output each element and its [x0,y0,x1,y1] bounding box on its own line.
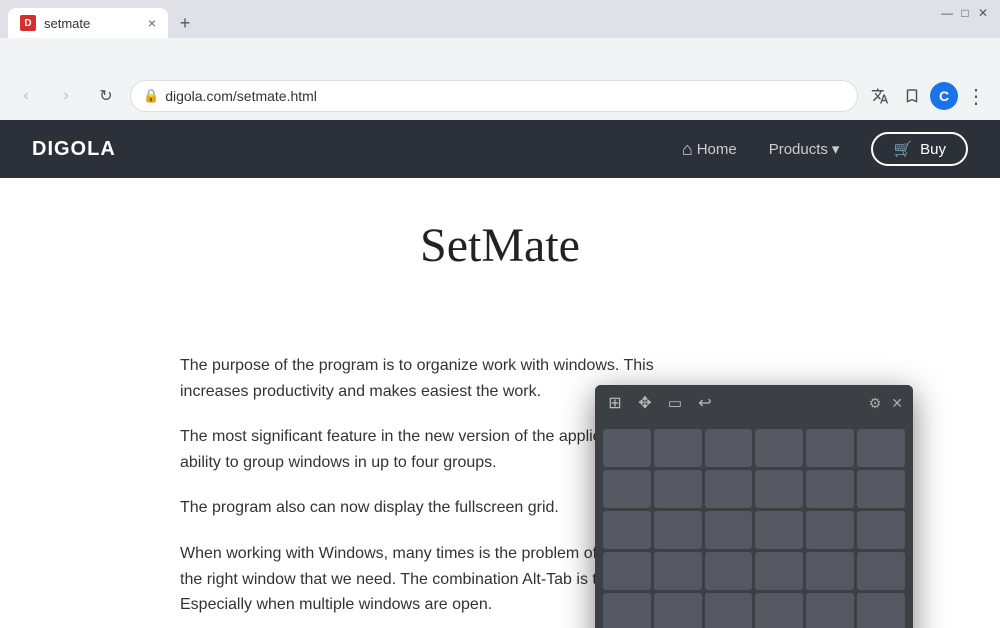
grid-cell[interactable] [755,511,803,549]
grid-cell[interactable] [806,552,854,590]
site-nav: DIGOLA ⌂ Home Products ▾ 🛒 Buy [0,120,1000,178]
grid-cell[interactable] [755,593,803,628]
grid-cell[interactable] [654,552,702,590]
tab-favicon: D [20,15,36,31]
site-logo: DIGOLA [32,138,116,161]
grid-cell[interactable] [603,429,651,467]
grid-cell[interactable] [806,511,854,549]
tab-title: setmate [44,16,90,31]
grid-cell[interactable] [857,511,905,549]
grid-cell[interactable] [603,511,651,549]
lock-icon: 🔒 [143,88,159,104]
nav-home-label: Home [697,141,737,158]
nav-products-arrow: ▾ [832,140,840,158]
popup-grid [595,421,913,628]
grid-cell[interactable] [654,511,702,549]
setmate-popup: ⊞ ✥ ▭ ↩ ⚙ ✕ setmate - Google Chrome [595,385,913,628]
grid-cell[interactable] [755,470,803,508]
tab-bar: D setmate × + [0,0,1000,38]
page-content: DIGOLA ⌂ Home Products ▾ 🛒 Buy SetMate T… [0,120,1000,628]
address-bar-row: ‹ › ↻ 🔒 digola.com/setmate.html C ⋮ [0,72,1000,120]
grid-cell[interactable] [806,429,854,467]
close-button[interactable]: ✕ [976,6,990,20]
grid-cell[interactable] [806,593,854,628]
forward-button[interactable]: › [50,80,82,112]
menu-button[interactable]: ⋮ [962,82,990,110]
buy-button[interactable]: 🛒 Buy [871,132,968,166]
popup-settings-icon[interactable]: ⚙ [869,395,882,412]
address-bar[interactable]: 🔒 digola.com/setmate.html [130,80,858,112]
grid-cell[interactable] [603,593,651,628]
minimize-button[interactable]: — [940,6,954,20]
popup-close-icon[interactable]: ✕ [891,395,903,412]
url-text: digola.com/setmate.html [165,88,845,104]
popup-titlebar: ⊞ ✥ ▭ ↩ ⚙ ✕ [595,385,913,421]
grid-cell[interactable] [705,511,753,549]
nav-home[interactable]: ⌂ Home [682,139,737,160]
grid-cell[interactable] [857,593,905,628]
grid-cell[interactable] [705,552,753,590]
page-title: SetMate [180,218,820,273]
bookmark-button[interactable] [898,82,926,110]
translate-button[interactable] [866,82,894,110]
grid-cell[interactable] [857,552,905,590]
profile-button[interactable]: C [930,82,958,110]
grid-cell[interactable] [654,470,702,508]
buy-label: Buy [920,141,946,158]
cart-icon: 🛒 [893,140,912,158]
tab-close-button[interactable]: × [148,15,156,31]
popup-titlebar-icons: ⚙ ✕ [869,395,903,412]
title-bar: D setmate × + — □ ✕ [0,0,1000,34]
grid-cell[interactable] [654,429,702,467]
toolbar-icons: C ⋮ [866,82,990,110]
back-button[interactable]: ‹ [10,80,42,112]
grid-cell[interactable] [857,470,905,508]
nav-products[interactable]: Products ▾ [769,140,840,158]
browser-tab[interactable]: D setmate × [8,8,168,38]
maximize-button[interactable]: □ [958,6,972,20]
grid-cell[interactable] [654,593,702,628]
grid-cell[interactable] [603,470,651,508]
popup-undo-icon[interactable]: ↩ [695,393,715,413]
grid-cell[interactable] [755,552,803,590]
grid-cell[interactable] [755,429,803,467]
home-icon: ⌂ [682,139,693,160]
grid-cell[interactable] [705,429,753,467]
grid-cell[interactable] [705,470,753,508]
refresh-button[interactable]: ↻ [90,80,122,112]
nav-products-label: Products [769,141,828,158]
grid-cell[interactable] [603,552,651,590]
new-tab-button[interactable]: + [172,10,198,36]
popup-move-icon[interactable]: ✥ [635,393,655,413]
window-controls: — □ ✕ [940,6,990,20]
grid-cell[interactable] [705,593,753,628]
grid-cell[interactable] [806,470,854,508]
popup-grid-icon[interactable]: ⊞ [605,393,625,413]
popup-monitor-icon[interactable]: ▭ [665,393,685,413]
grid-cell[interactable] [857,429,905,467]
